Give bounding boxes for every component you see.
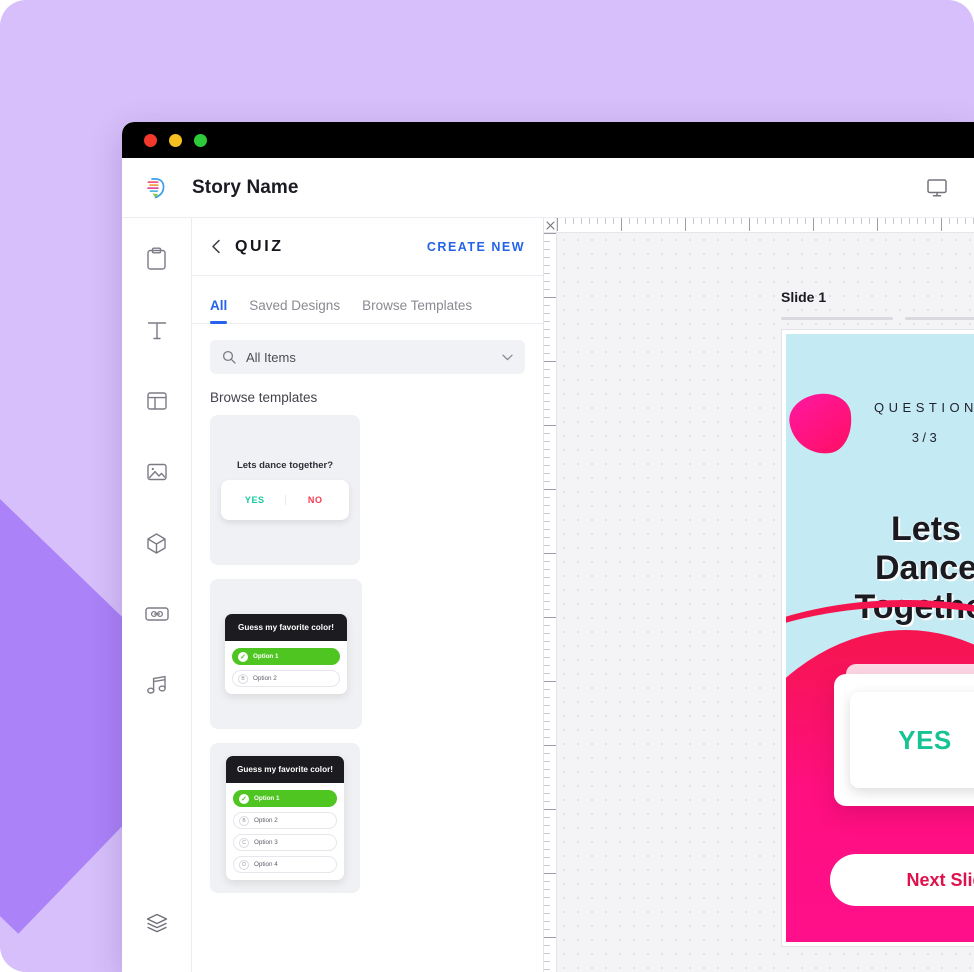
template-option-no: NO bbox=[307, 495, 323, 505]
slide-headline-line1: Lets Dance bbox=[874, 510, 974, 588]
slide-tab-indicator-1[interactable] bbox=[781, 317, 893, 320]
app-window: Story Name QUIZ CREATE NEW All Saved Des… bbox=[122, 122, 974, 972]
slide-next-button[interactable]: Next Slide bbox=[830, 854, 974, 906]
search-icon bbox=[222, 350, 236, 364]
template-answer-box: YES NO bbox=[221, 480, 349, 520]
music-icon bbox=[146, 675, 166, 694]
app-body: QUIZ CREATE NEW All Saved Designs Browse… bbox=[122, 218, 974, 972]
option-badge: D bbox=[239, 859, 249, 870]
present-button[interactable] bbox=[922, 175, 952, 201]
sidebar-item-text[interactable] bbox=[134, 307, 180, 353]
template-card-quiz-2[interactable]: Guess my favorite color! ✓ Option 1 B Op… bbox=[210, 579, 362, 729]
page-root: Story Name QUIZ CREATE NEW All Saved Des… bbox=[0, 0, 974, 972]
option-label: Option 3 bbox=[254, 839, 278, 846]
horizontal-ruler[interactable] bbox=[557, 218, 974, 233]
sidebar-item-link[interactable] bbox=[134, 591, 180, 637]
clipboard-icon bbox=[147, 247, 166, 270]
sidebar-item-layers[interactable] bbox=[134, 900, 180, 946]
option-badge: B bbox=[239, 815, 249, 826]
slide-tab-indicator-2[interactable] bbox=[905, 317, 974, 320]
template-question: Guess my favorite color! bbox=[225, 614, 347, 641]
option-badge: ✓ bbox=[238, 651, 248, 662]
sidebar-item-3d[interactable] bbox=[134, 520, 180, 566]
option-label: Option 1 bbox=[254, 795, 280, 802]
canvas-area: Slide 1 QUESTION 3/3 Lets Dance Together bbox=[544, 218, 974, 972]
canvas-surface[interactable]: Slide 1 QUESTION 3/3 Lets Dance Together bbox=[557, 233, 974, 972]
option-badge: ✓ bbox=[239, 793, 249, 804]
tab-browse-templates[interactable]: Browse Templates bbox=[362, 298, 472, 323]
template-option: D Option 4 bbox=[233, 856, 337, 873]
slide-canvas[interactable]: QUESTION 3/3 Lets Dance Together YES bbox=[781, 329, 974, 947]
sidebar-item-layout[interactable] bbox=[134, 378, 180, 424]
close-panel-button[interactable] bbox=[544, 218, 557, 233]
image-icon bbox=[146, 463, 167, 481]
text-icon bbox=[147, 322, 166, 340]
chevron-down-icon bbox=[502, 354, 513, 360]
back-button[interactable] bbox=[210, 239, 223, 254]
template-option: ✓ Option 1 bbox=[233, 790, 337, 807]
window-maximize-button[interactable] bbox=[194, 133, 207, 147]
tab-saved-designs[interactable]: Saved Designs bbox=[249, 298, 340, 323]
template-option: ✓ Option 1 bbox=[232, 648, 340, 665]
slide-content: QUESTION 3/3 Lets Dance Together YES bbox=[786, 334, 974, 942]
browse-templates-label: Browse templates bbox=[210, 390, 318, 405]
monitor-icon bbox=[927, 178, 947, 197]
app-header: Story Name bbox=[122, 158, 974, 218]
option-badge: C bbox=[239, 837, 249, 848]
template-question: Guess my favorite color! bbox=[226, 756, 344, 783]
template-card-yesno[interactable]: Lets dance together? YES NO bbox=[210, 415, 360, 565]
sidebar-item-components[interactable] bbox=[134, 236, 180, 282]
page-title: Story Name bbox=[192, 176, 299, 198]
layers-icon bbox=[146, 913, 167, 933]
template-card-quiz-4[interactable]: Guess my favorite color! ✓ Option 1 B Op… bbox=[210, 743, 360, 893]
panel-header: QUIZ CREATE NEW bbox=[192, 218, 543, 276]
option-label: Option 2 bbox=[253, 675, 277, 682]
vertical-ruler[interactable] bbox=[544, 233, 557, 972]
storyly-logo-icon bbox=[147, 177, 165, 198]
create-new-button[interactable]: CREATE NEW bbox=[427, 240, 525, 254]
close-icon bbox=[545, 220, 555, 230]
option-label: Option 1 bbox=[253, 653, 279, 660]
search-container: All Items bbox=[192, 324, 543, 374]
option-badge: B bbox=[238, 673, 248, 684]
tab-all[interactable]: All bbox=[210, 298, 228, 324]
cube-icon bbox=[147, 532, 166, 554]
slide-question-label: QUESTION bbox=[874, 400, 974, 415]
template-option-yes: YES bbox=[225, 495, 286, 505]
window-titlebar bbox=[122, 122, 974, 158]
quiz-panel: QUIZ CREATE NEW All Saved Designs Browse… bbox=[192, 218, 544, 972]
template-option: B Option 2 bbox=[232, 670, 340, 687]
sidebar-item-image[interactable] bbox=[134, 449, 180, 495]
slide-question-count: 3/3 bbox=[911, 430, 941, 445]
search-input[interactable]: All Items bbox=[210, 340, 525, 374]
template-option: B Option 2 bbox=[233, 812, 337, 829]
layout-icon bbox=[146, 392, 167, 410]
window-minimize-button[interactable] bbox=[169, 133, 182, 147]
window-close-button[interactable] bbox=[144, 133, 157, 147]
search-value: All Items bbox=[246, 349, 296, 365]
template-grid: Lets dance together? YES NO Guess my fav… bbox=[192, 415, 543, 913]
slide-label: Slide 1 bbox=[781, 289, 827, 305]
search-dropdown-toggle[interactable] bbox=[502, 354, 513, 361]
app-logo[interactable] bbox=[122, 175, 192, 201]
option-label: Option 2 bbox=[254, 817, 278, 824]
chevron-left-icon bbox=[212, 239, 220, 254]
slide-answer-yes-button[interactable]: YES bbox=[850, 692, 974, 788]
template-option: C Option 3 bbox=[233, 834, 337, 851]
tool-rail bbox=[122, 218, 192, 972]
sidebar-item-audio[interactable] bbox=[134, 662, 180, 708]
link-icon bbox=[144, 607, 169, 621]
panel-tabs: All Saved Designs Browse Templates bbox=[192, 276, 543, 324]
template-question: Lets dance together? bbox=[236, 460, 334, 471]
option-label: Option 4 bbox=[254, 861, 278, 868]
panel-title: QUIZ bbox=[235, 237, 284, 255]
